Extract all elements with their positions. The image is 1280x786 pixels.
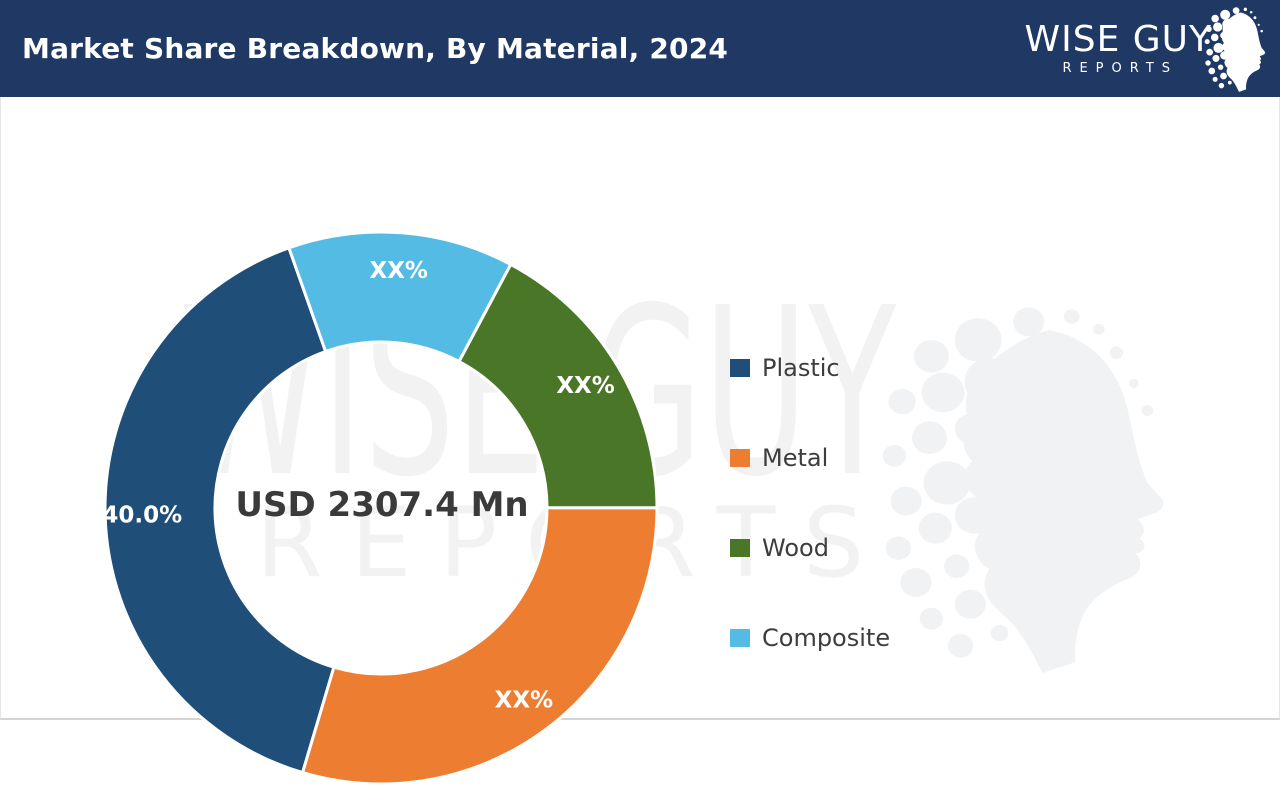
legend-item-plastic: Plastic [730,354,890,382]
donut-center-value: USD 2307.4 Mn [235,485,529,525]
slice-label-metal: XX% [495,687,554,713]
legend-label-metal: Metal [762,444,829,472]
logo-text: WISE GUY REPORTS [1024,18,1213,76]
header: Market Share Breakdown, By Material, 202… [0,0,1280,97]
legend-swatch-composite [730,629,750,647]
report-page: Market Share Breakdown, By Material, 202… [0,0,1280,786]
slice-label-composite: XX% [369,258,428,284]
slice-label-wood: XX% [556,373,615,399]
logo-wordmark: WISE GUY [1024,18,1212,60]
chart-area: WISE GUY REPORTS 40.0%XX%XX%XX% USD 2307… [0,97,1280,786]
donut-slice-metal [300,506,659,786]
slice-label-plastic: 40.0% [103,502,182,528]
legend-label-wood: Wood [762,534,829,562]
legend-label-plastic: Plastic [762,354,840,382]
legend-item-wood: Wood [730,534,890,562]
logo-subtitle: REPORTS [1062,60,1179,76]
legend-item-composite: Composite [730,624,891,652]
report-title: Market Share Breakdown, By Material, 202… [22,32,729,65]
legend-item-metal: Metal [730,444,890,472]
legend-label-composite: Composite [762,624,891,652]
logo-head-icon [1204,6,1266,92]
legend-swatch-wood [730,539,750,557]
wiseguy-logo: WISE GUY REPORTS [1025,4,1267,94]
legend: Plastic Metal Wood Composite [730,354,891,717]
legend-swatch-metal [730,449,750,467]
legend-swatch-plastic [730,359,750,377]
watermark-head-icon [882,307,1164,673]
